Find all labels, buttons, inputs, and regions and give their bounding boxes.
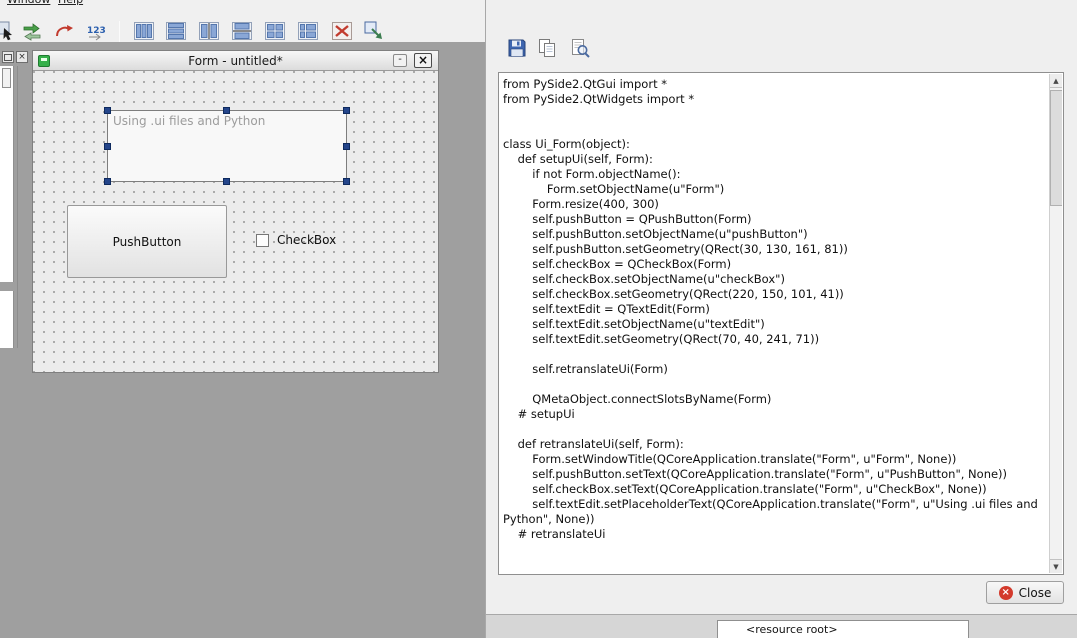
dock-separator[interactable] xyxy=(17,66,18,348)
copy-icon[interactable] xyxy=(536,37,558,59)
checkbox-widget[interactable]: CheckBox xyxy=(256,231,336,249)
layout-vertical-icon[interactable] xyxy=(164,19,188,43)
form-file-icon xyxy=(38,55,50,67)
menu-window[interactable]: Window xyxy=(7,0,50,6)
selection-handle[interactable] xyxy=(343,143,350,150)
splitter-vertical-icon[interactable] xyxy=(230,19,254,43)
save-icon[interactable] xyxy=(506,37,528,59)
widget-edit-tool-icon[interactable] xyxy=(0,19,18,43)
splitter-horizontal-icon[interactable] xyxy=(197,19,221,43)
minimize-icon[interactable] xyxy=(393,54,407,67)
checkbox-label: CheckBox xyxy=(277,233,336,247)
close-red-icon xyxy=(999,586,1013,600)
side-panel-sliver[interactable] xyxy=(0,291,14,348)
selection-handle[interactable] xyxy=(104,107,111,114)
window-close-icon[interactable] xyxy=(414,53,432,68)
code-scrollbar[interactable] xyxy=(1049,74,1062,573)
break-layout-icon[interactable] xyxy=(330,19,354,43)
layout-grid-icon[interactable] xyxy=(263,19,287,43)
find-icon[interactable] xyxy=(569,37,591,59)
qt-designer-window: Window Help 123 xyxy=(0,0,1077,638)
dock-close-icon[interactable] xyxy=(16,51,28,63)
widget-box-collapsed[interactable] xyxy=(0,66,14,282)
buddy-tool-icon[interactable] xyxy=(52,19,76,43)
adjust-size-icon[interactable] xyxy=(362,19,386,43)
menu-help[interactable]: Help xyxy=(58,0,83,6)
scroll-down-icon[interactable] xyxy=(1050,559,1062,573)
form-editor-window: Form - untitled* Using .ui files and Pyt… xyxy=(32,50,439,373)
form-title: Form - untitled* xyxy=(33,51,438,71)
close-button[interactable]: Close xyxy=(986,581,1064,604)
mdi-workspace: Form - untitled* Using .ui files and Pyt… xyxy=(0,42,485,638)
selection-handle[interactable] xyxy=(104,178,111,185)
textedit-placeholder: Using .ui files and Python xyxy=(108,111,346,131)
selection-handle[interactable] xyxy=(104,143,111,150)
code-text[interactable]: from PySide2.QtGui import * from PySide2… xyxy=(500,74,1048,573)
tab-order-tool-icon[interactable]: 123 xyxy=(84,19,108,43)
layout-horizontal-icon[interactable] xyxy=(132,19,156,43)
resource-browser: <resource root> xyxy=(717,620,969,638)
textedit-widget[interactable]: Using .ui files and Python xyxy=(107,110,347,182)
selection-handle[interactable] xyxy=(223,178,230,185)
toolbar-separator xyxy=(119,21,120,42)
scrollbar-thumb[interactable] xyxy=(1050,90,1062,206)
scroll-up-icon[interactable] xyxy=(1050,74,1062,88)
selection-handle[interactable] xyxy=(223,107,230,114)
form-titlebar[interactable]: Form - untitled* xyxy=(33,51,438,71)
close-button-label: Close xyxy=(1019,586,1052,600)
pushbutton-label: PushButton xyxy=(113,235,182,249)
checkbox-indicator[interactable] xyxy=(256,234,269,247)
pushbutton-widget[interactable]: PushButton xyxy=(67,205,227,278)
form-canvas[interactable]: Using .ui files and Python PushButton Ch… xyxy=(33,71,438,372)
selection-handle[interactable] xyxy=(343,107,350,114)
selection-handle[interactable] xyxy=(343,178,350,185)
layout-form-icon[interactable] xyxy=(296,19,320,43)
signal-slot-tool-icon[interactable] xyxy=(20,19,44,43)
resource-root-item[interactable]: <resource root> xyxy=(718,621,968,636)
widget-box-item[interactable] xyxy=(2,68,11,88)
view-code-dialog: from PySide2.QtGui import * from PySide2… xyxy=(485,0,1077,615)
code-view[interactable]: from PySide2.QtGui import * from PySide2… xyxy=(498,72,1064,575)
dock-float-icon[interactable] xyxy=(2,51,14,63)
